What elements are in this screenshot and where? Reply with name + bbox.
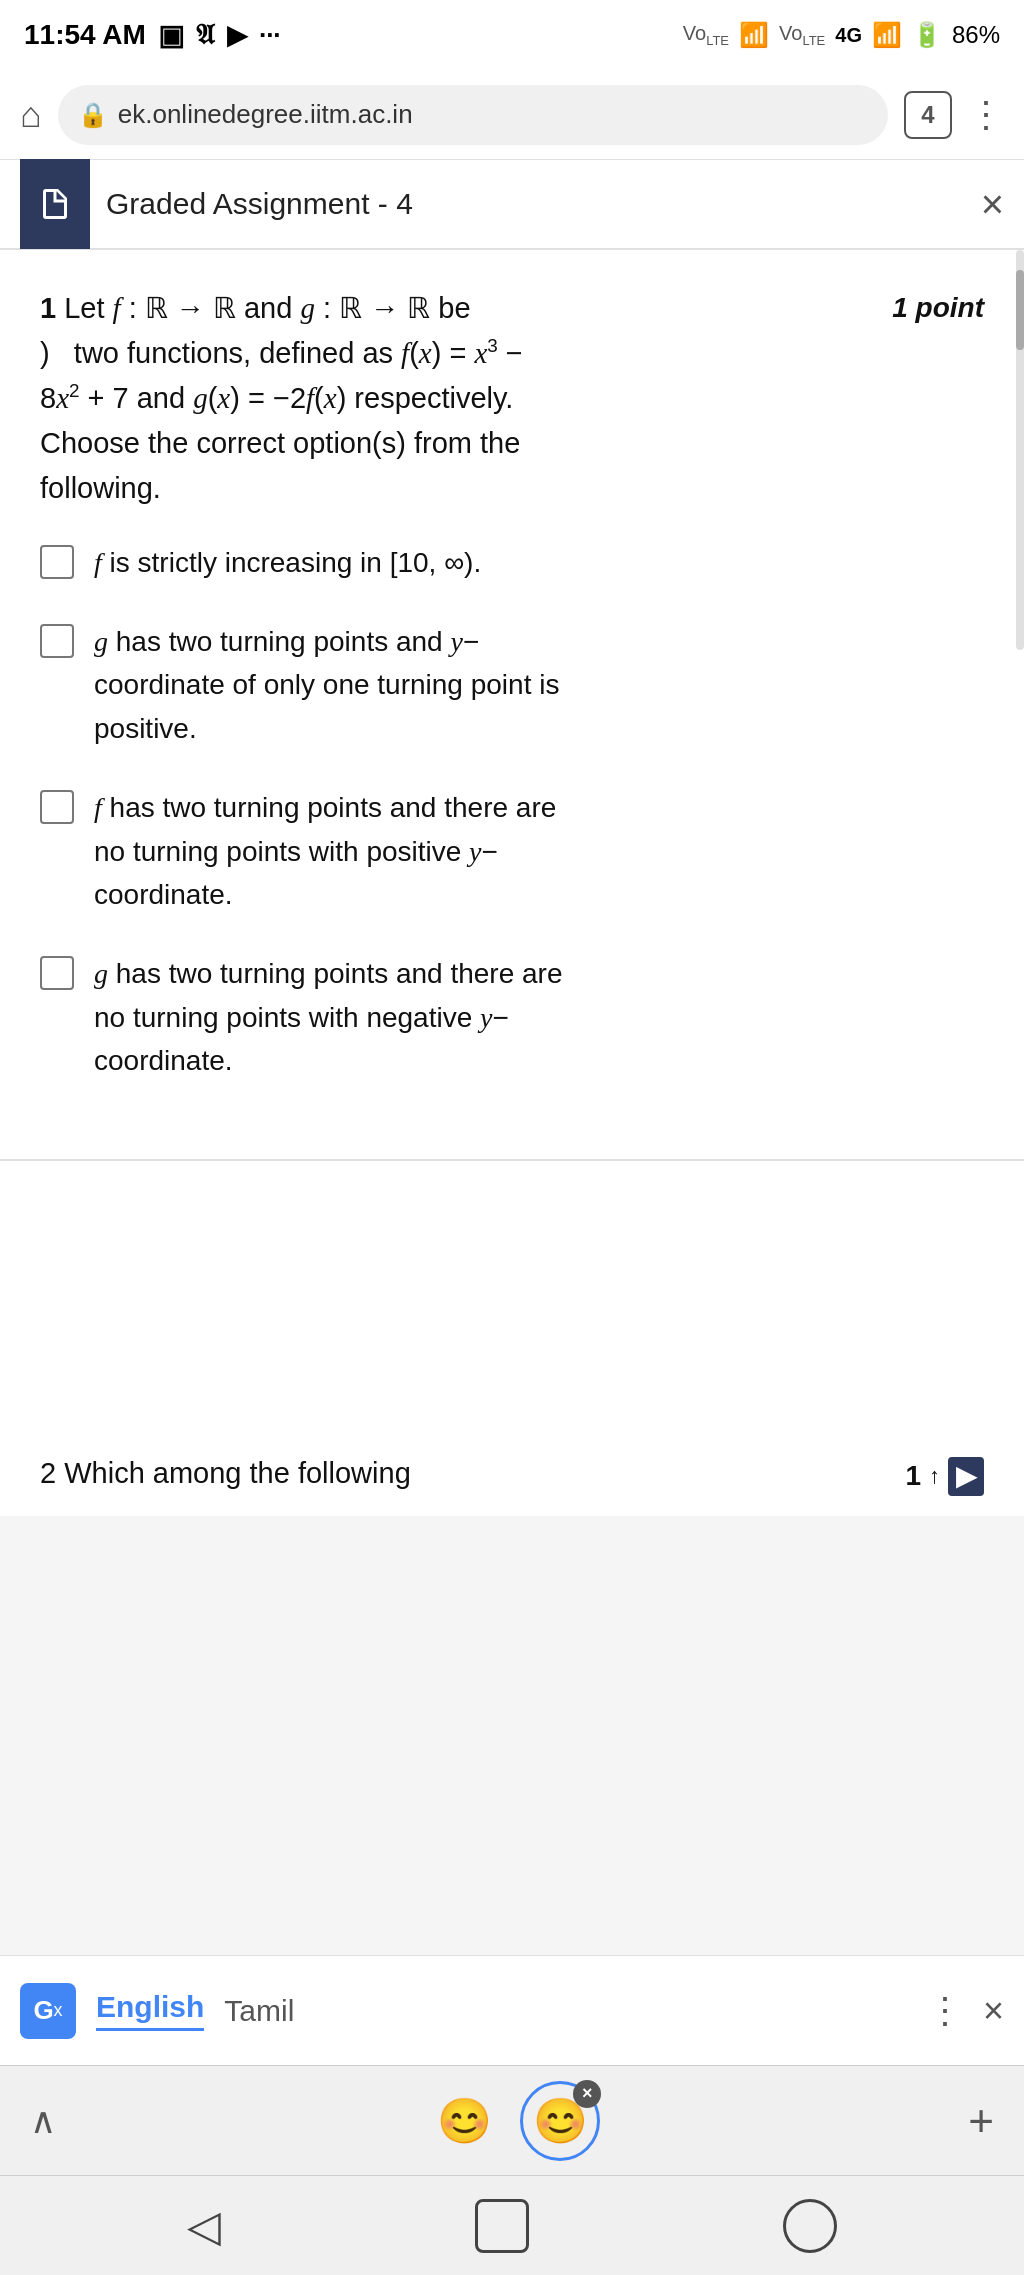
- content-spacer: [0, 1161, 1024, 1421]
- emoji-close-badge[interactable]: ×: [573, 2080, 601, 2108]
- translate-more-button[interactable]: ⋮: [927, 1990, 963, 2032]
- option-3-checkbox[interactable]: [40, 790, 74, 824]
- question-2-points-value: 1: [905, 1460, 921, 1492]
- question-2-points: 1 ↑ ▶: [905, 1457, 984, 1496]
- assignment-icon: [20, 159, 90, 249]
- emoji-button-1[interactable]: 😊: [424, 2081, 504, 2161]
- time-display: 11:54 AM: [24, 19, 146, 51]
- option-2-item: g has two turning points and y− coordina…: [40, 620, 984, 750]
- battery-icon: 🔋: [912, 21, 942, 49]
- emoji-button-2-selected[interactable]: 😊 ×: [520, 2081, 600, 2161]
- keyboard-add-button[interactable]: +: [968, 2096, 994, 2146]
- question-2-points-arrow: ↑: [929, 1463, 940, 1489]
- document-icon: [37, 186, 73, 222]
- browser-home-button[interactable]: ⌂: [20, 94, 42, 136]
- keyboard-bar: ∧ 😊 😊 × +: [0, 2065, 1024, 2175]
- translate-close-button[interactable]: ×: [983, 1990, 1004, 2032]
- status-bar: 11:54 AM ▣ 𝔄 ▶ ··· VoLTE 📶 VoLTE 4G 📶 🔋 …: [0, 0, 1024, 70]
- assignment-header: Graded Assignment - 4 ×: [0, 160, 1024, 250]
- option-2-checkbox[interactable]: [40, 624, 74, 658]
- scrollbar[interactable]: [1016, 250, 1024, 650]
- tab-count[interactable]: 4: [904, 91, 952, 139]
- translate-tamil-button[interactable]: Tamil: [224, 1994, 294, 2028]
- option-2-text: g has two turning points and y− coordina…: [94, 620, 984, 750]
- option-1-item: f is strictly increasing in [10, ∞).: [40, 541, 984, 584]
- question-2-media-icon: ▶: [948, 1457, 984, 1496]
- nav-bar: ◁: [0, 2175, 1024, 2275]
- translate-english-button[interactable]: English: [96, 1990, 204, 2031]
- notifications-icon: ▣: [158, 19, 184, 52]
- assignment-title: Graded Assignment - 4: [106, 187, 981, 221]
- battery-percent: 86%: [952, 21, 1000, 49]
- question-1-points: 1 point: [892, 286, 984, 329]
- option-4-text: g has two turning points and there are n…: [94, 952, 984, 1082]
- option-1-text: f is strictly increasing in [10, ∞).: [94, 541, 984, 584]
- option-3-item: f has two turning points and there are n…: [40, 786, 984, 916]
- signal-lte-icon: VoLTE: [683, 22, 729, 48]
- main-content: 1 1 point Let f : ℝ → ℝ and g : ℝ → ℝ be…: [0, 250, 1024, 1159]
- keyboard-emojis: 😊 😊 ×: [424, 2081, 600, 2161]
- question-2-preview: 2 Which among the following 1 ↑ ▶: [0, 1421, 1024, 1516]
- nav-home-button[interactable]: [475, 2199, 529, 2253]
- status-right: VoLTE 📶 VoLTE 4G 📶 🔋 86%: [683, 21, 1000, 49]
- browser-bar: ⌂ 🔒 ek.onlinedegree.iitm.ac.in 4 ⋮: [0, 70, 1024, 160]
- signal-4g-icon: 4G: [835, 24, 862, 47]
- browser-more-button[interactable]: ⋮: [968, 94, 1004, 136]
- google-translate-logo: G x: [20, 1983, 76, 2039]
- option-4-item: g has two turning points and there are n…: [40, 952, 984, 1082]
- question-1-title: 1 1 point Let f : ℝ → ℝ and g : ℝ → ℝ be…: [40, 286, 984, 511]
- keyboard-collapse-button[interactable]: ∧: [30, 2100, 56, 2142]
- signal-bars-icon: 📶: [739, 21, 769, 49]
- nav-recents-button[interactable]: [783, 2199, 837, 2253]
- question-1-block: 1 1 point Let f : ℝ → ℝ and g : ℝ → ℝ be…: [40, 286, 984, 1083]
- url-bar[interactable]: 🔒 ek.onlinedegree.iitm.ac.in: [58, 85, 888, 145]
- lock-icon: 🔒: [78, 101, 108, 129]
- question-1-number: 1: [40, 292, 64, 324]
- option-4-checkbox[interactable]: [40, 956, 74, 990]
- more-status-icon: ···: [259, 20, 281, 51]
- option-1-checkbox[interactable]: [40, 545, 74, 579]
- page-spacer: [0, 1516, 1024, 1955]
- question-2-preview-text: 2 Which among the following: [40, 1457, 411, 1490]
- screenshot-icon: 𝔄: [196, 19, 215, 52]
- status-time: 11:54 AM ▣ 𝔄 ▶ ···: [24, 19, 281, 52]
- option-3-text: f has two turning points and there are n…: [94, 786, 984, 916]
- scrollbar-thumb[interactable]: [1016, 270, 1024, 350]
- nav-back-button[interactable]: ◁: [187, 2200, 221, 2251]
- assignment-close-button[interactable]: ×: [981, 182, 1004, 227]
- question-1-options: f is strictly increasing in [10, ∞). g h…: [40, 541, 984, 1083]
- signal-bars2-icon: 📶: [872, 21, 902, 49]
- url-text: ek.onlinedegree.iitm.ac.in: [118, 99, 413, 130]
- signal-lte2-icon: VoLTE: [779, 22, 825, 48]
- cast-icon: ▶: [227, 20, 247, 51]
- translate-bar: G x English Tamil ⋮ ×: [0, 1955, 1024, 2065]
